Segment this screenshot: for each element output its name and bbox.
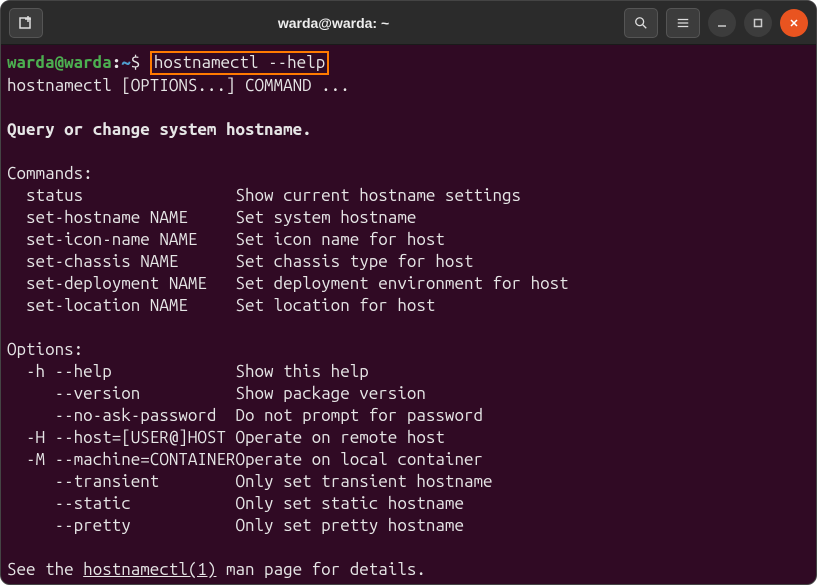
minimize-button[interactable] [708, 9, 736, 37]
prompt-userhost: warda@warda [7, 53, 112, 72]
description: Query or change system hostname. [7, 120, 312, 139]
close-button[interactable] [780, 9, 808, 37]
usage-line: hostnamectl [OPTIONS...] COMMAND ... [7, 76, 350, 95]
prompt-dollar: $ [131, 53, 141, 72]
footer-link: hostnamectl(1) [83, 560, 216, 579]
command-highlight: hostnamectl --help [150, 51, 329, 75]
terminal-body[interactable]: warda@warda:~$ hostnamectl --help hostna… [1, 45, 816, 584]
titlebar: warda@warda: ~ [1, 1, 816, 45]
terminal-window: warda@warda: ~ warda@warda:~$ hostnamect… [0, 0, 817, 585]
footer-post: man page for details. [216, 560, 425, 579]
window-title: warda@warda: ~ [43, 15, 624, 31]
menu-button[interactable] [666, 8, 700, 38]
new-tab-button[interactable] [9, 8, 43, 38]
prompt-path: ~ [121, 53, 131, 72]
commands-header: Commands: [7, 164, 93, 183]
prompt-colon: : [112, 53, 122, 72]
commands-block: status Show current hostname settings se… [7, 186, 569, 315]
footer-pre: See the [7, 560, 83, 579]
search-button[interactable] [624, 8, 658, 38]
options-block: -h --help Show this help --version Show … [7, 362, 493, 535]
maximize-button[interactable] [744, 9, 772, 37]
options-header: Options: [7, 340, 83, 359]
